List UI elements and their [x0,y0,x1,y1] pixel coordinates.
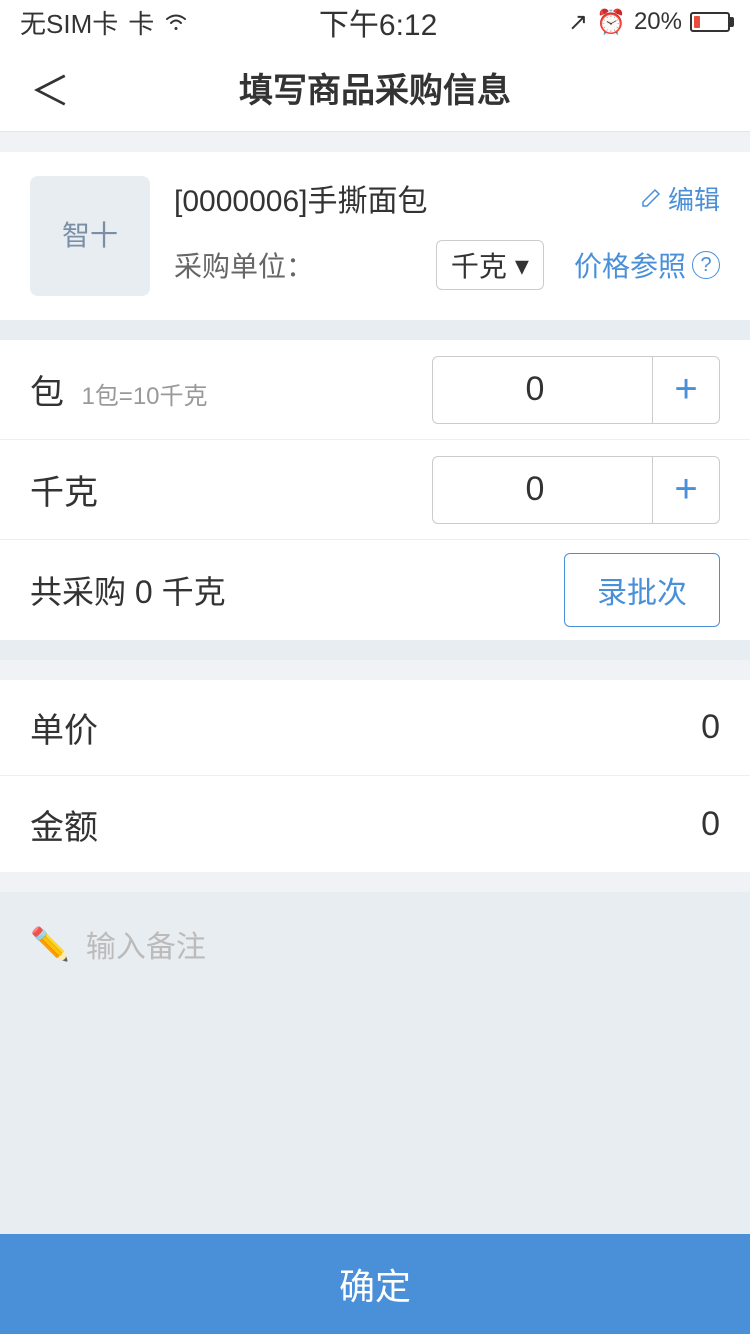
status-right: ↗ ⏰ 20% [568,8,730,37]
kg-input-group: + [432,456,720,524]
unit-price-row: 单价 0 [0,680,750,776]
bag-row: 包 1包=10千克 + [0,340,750,440]
info-icon: ? [692,251,720,279]
note-section[interactable]: ✏️ 输入备注 [0,892,750,996]
carrier-label: 无SIM卡 [20,4,118,41]
total-label: 共采购 0 千克 [30,567,564,613]
bag-plus-button[interactable]: + [652,356,720,424]
product-info: [0000006]手撕面包 编辑 采购单位： 千克 ▾ 价格参照 ? [174,176,720,290]
back-button[interactable]: ＜ [30,59,90,117]
kg-row: 千克 + [0,440,750,540]
kg-plus-button[interactable]: + [652,456,720,524]
alarm-icon: ⏰ [596,8,626,37]
product-card: 智十 [0000006]手撕面包 编辑 采购单位： 千克 ▾ 价格参照 [0,152,750,320]
nav-bar: ＜ 填写商品采购信息 [0,44,750,132]
pencil-icon: ✏️ [30,925,70,963]
product-name: [0000006]手撕面包 [174,176,427,220]
note-input[interactable]: 输入备注 [86,922,206,966]
confirm-label: 确定 [339,1258,411,1310]
chevron-down-icon: ▾ [515,249,529,282]
amount-row: 金额 0 [0,776,750,872]
product-thumbnail: 智十 [30,176,150,296]
kg-label: 千克 [30,465,432,514]
status-time: 下午6:12 [319,0,437,44]
record-batch-button[interactable]: 录批次 [564,553,720,627]
unit-row: 采购单位： 千克 ▾ 价格参照 ? [174,240,720,290]
unit-select[interactable]: 千克 ▾ [436,240,544,290]
page-title: 填写商品采购信息 [239,63,511,112]
bag-label: 包 1包=10千克 [30,365,432,414]
bag-input-group: + [432,356,720,424]
product-name-row: [0000006]手撕面包 编辑 [174,176,720,220]
battery-icon [690,12,730,32]
wifi-icon [164,13,188,31]
total-row: 共采购 0 千克 录批次 [0,540,750,640]
section-divider-1 [0,320,750,340]
amount-label: 金额 [30,800,701,849]
price-section: 单价 0 金额 0 [0,680,750,872]
form-section: 包 1包=10千克 + 千克 + 共采购 0 千克 录批次 [0,340,750,640]
confirm-button[interactable]: 确定 [0,1234,750,1334]
bag-sublabel: 1包=10千克 [81,383,207,410]
amount-value: 0 [701,805,720,844]
bag-quantity-input[interactable] [432,356,652,424]
location-icon: ↗ [568,8,588,37]
battery-percent: 20% [634,8,682,36]
kg-quantity-input[interactable] [432,456,652,524]
unit-price-label: 单价 [30,703,701,752]
sim-label: 卡 [128,4,154,41]
price-ref-button[interactable]: 价格参照 ? [574,245,720,285]
product-logo: 智十 [62,219,118,253]
unit-price-value: 0 [701,708,720,747]
section-divider-2 [0,640,750,660]
unit-label: 采购单位： [174,245,314,285]
edit-icon [640,187,662,209]
edit-button[interactable]: 编辑 [640,180,720,217]
status-bar: 无SIM卡 卡 下午6:12 ↗ ⏰ 20% [0,0,750,44]
status-left: 无SIM卡 卡 [20,4,188,41]
